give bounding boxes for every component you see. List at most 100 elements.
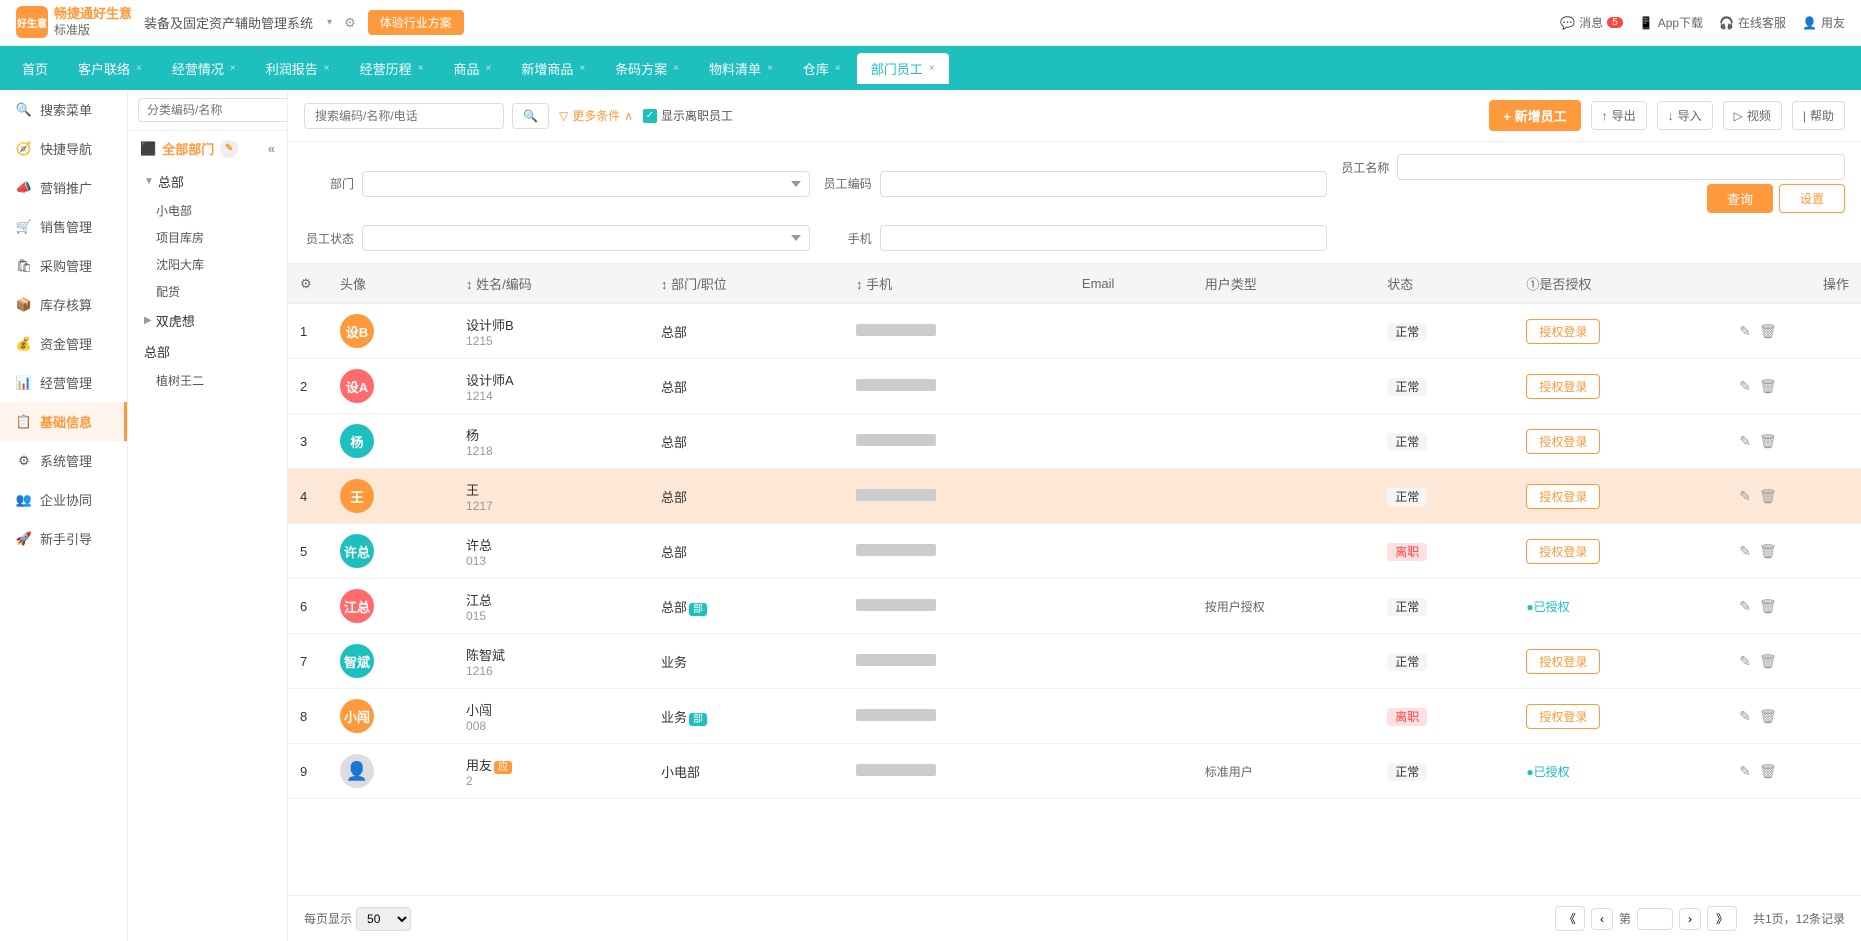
delete-btn[interactable]: 🗑 <box>1759 763 1777 780</box>
close-profit-tab[interactable]: × <box>324 63 330 74</box>
tab-warehouse[interactable]: 仓库× <box>789 53 855 84</box>
message-btn[interactable]: 💬 消息 5 <box>1560 14 1623 31</box>
trial-button[interactable]: 体验行业方案 <box>368 10 464 35</box>
dept-node-shuanghu[interactable]: ▶ 双虎想 <box>128 305 287 336</box>
dept-node-zongbu2[interactable]: 总部 <box>128 336 287 367</box>
sidebar-item-inventory[interactable]: 📦 库存核算 <box>0 285 127 324</box>
tab-customer[interactable]: 客户联络× <box>64 53 156 84</box>
sidebar-item-collab[interactable]: 👥 企业协同 <box>0 480 127 519</box>
settings-icon[interactable]: ⚙ <box>344 15 356 31</box>
sidebar-item-purchase[interactable]: 🛍 采购管理 <box>0 246 127 285</box>
app-download-btn[interactable]: 📱 App下载 <box>1639 14 1703 31</box>
tab-operation[interactable]: 经营情况× <box>158 53 250 84</box>
tab-barcode[interactable]: 条码方案× <box>601 53 693 84</box>
edit-btn[interactable]: ✎ <box>1739 543 1751 560</box>
auth-login-btn[interactable]: 授权登录 <box>1526 484 1600 509</box>
row-auth[interactable]: 授权登录 <box>1514 524 1727 579</box>
col-dept[interactable]: ↕ 部门/职位 <box>649 264 844 304</box>
tab-add-product[interactable]: 新增商品× <box>507 53 599 84</box>
sidebar-item-marketing[interactable]: 📣 营销推广 <box>0 168 127 207</box>
delete-btn[interactable]: 🗑 <box>1759 543 1777 560</box>
online-service-btn[interactable]: 🎧 在线客服 <box>1719 14 1786 31</box>
edit-btn[interactable]: ✎ <box>1739 708 1751 725</box>
empname-filter-input[interactable] <box>1397 154 1845 180</box>
sidebar-item-finance[interactable]: 💰 资金管理 <box>0 324 127 363</box>
tab-history[interactable]: 经营历程× <box>346 53 438 84</box>
close-operation-tab[interactable]: × <box>230 63 236 74</box>
row-auth[interactable]: 授权登录 <box>1514 304 1727 359</box>
prev-page-btn[interactable]: ‹ <box>1591 908 1613 930</box>
col-phone[interactable]: ↕ 手机 <box>844 264 1070 304</box>
system-dropdown-arrow[interactable]: ▾ <box>327 17 332 28</box>
empcode-filter-input[interactable] <box>880 171 1328 197</box>
dept-node-zongbu[interactable]: ▼ 总部 <box>128 166 287 197</box>
dept-edit-icon[interactable]: ✎ <box>220 140 238 158</box>
first-page-btn[interactable]: 《 <box>1555 906 1585 931</box>
delete-btn[interactable]: 🗑 <box>1759 708 1777 725</box>
delete-btn[interactable]: 🗑 <box>1759 653 1777 670</box>
dept-child-xiaodian[interactable]: 小电部 <box>128 197 287 224</box>
user-btn[interactable]: 👤 用友 <box>1802 14 1845 31</box>
row-auth[interactable]: 授权登录 <box>1514 414 1727 469</box>
row-auth[interactable]: 授权登录 <box>1514 689 1727 744</box>
set-button[interactable]: 设置 <box>1779 184 1845 213</box>
close-history-tab[interactable]: × <box>418 63 424 74</box>
edit-btn[interactable]: ✎ <box>1739 323 1751 340</box>
row-auth[interactable]: ●已授权 <box>1514 579 1727 634</box>
add-employee-button[interactable]: + 新增员工 <box>1489 100 1580 131</box>
per-page-select[interactable]: 50 100 200 <box>356 907 411 931</box>
page-input[interactable]: 1 <box>1637 908 1673 930</box>
sidebar-item-management[interactable]: 📊 经营管理 <box>0 363 127 402</box>
sidebar-item-quicknav[interactable]: 🧭 快捷导航 <box>0 129 127 168</box>
edit-btn[interactable]: ✎ <box>1739 763 1751 780</box>
col-name[interactable]: ↕ 姓名/编码 <box>454 264 649 304</box>
auth-login-btn[interactable]: 授权登录 <box>1526 539 1600 564</box>
search-button[interactable]: 🔍 <box>512 103 549 129</box>
delete-btn[interactable]: 🗑 <box>1759 323 1777 340</box>
close-dept-tab[interactable]: × <box>929 63 935 74</box>
auth-login-btn[interactable]: 授权登录 <box>1526 704 1600 729</box>
dept-child-shenyang[interactable]: 沈阳大库 <box>128 251 287 278</box>
close-customer-tab[interactable]: × <box>136 63 142 74</box>
edit-btn[interactable]: ✎ <box>1739 378 1751 395</box>
delete-btn[interactable]: 🗑 <box>1759 433 1777 450</box>
tab-bom[interactable]: 物料清单× <box>695 53 787 84</box>
query-button[interactable]: 查询 <box>1707 184 1773 213</box>
row-auth[interactable]: 授权登录 <box>1514 634 1727 689</box>
help-button[interactable]: | 帮助 <box>1792 101 1845 130</box>
import-button[interactable]: ↓ 导入 <box>1657 101 1713 130</box>
row-auth[interactable]: ●已授权 <box>1514 744 1727 799</box>
sidebar-item-system[interactable]: ⚙ 系统管理 <box>0 441 127 480</box>
close-bom-tab[interactable]: × <box>767 63 773 74</box>
sidebar-item-sales[interactable]: 🛒 销售管理 <box>0 207 127 246</box>
collapse-tree-btn[interactable]: « <box>268 141 275 156</box>
auth-login-btn[interactable]: 授权登录 <box>1526 429 1600 454</box>
auth-login-btn[interactable]: 授权登录 <box>1526 319 1600 344</box>
sidebar-item-search[interactable]: 🔍 搜索菜单 <box>0 90 127 129</box>
close-add-product-tab[interactable]: × <box>579 63 585 74</box>
delete-btn[interactable]: 🗑 <box>1759 378 1777 395</box>
edit-btn[interactable]: ✎ <box>1739 488 1751 505</box>
sidebar-item-guide[interactable]: 🚀 新手引导 <box>0 519 127 558</box>
tab-profit[interactable]: 利润报告× <box>252 53 344 84</box>
col-settings[interactable]: ⚙ <box>288 264 328 304</box>
tab-dept-employee[interactable]: 部门员工× <box>857 53 949 84</box>
delete-btn[interactable]: 🗑 <box>1759 598 1777 615</box>
delete-btn[interactable]: 🗑 <box>1759 488 1777 505</box>
tab-home[interactable]: 首页 <box>8 53 62 84</box>
employee-search-input[interactable] <box>304 103 504 129</box>
tab-product[interactable]: 商品× <box>439 53 505 84</box>
next-page-btn[interactable]: › <box>1679 908 1701 930</box>
export-button[interactable]: ↑ 导出 <box>1591 101 1647 130</box>
edit-btn[interactable]: ✎ <box>1739 653 1751 670</box>
close-barcode-tab[interactable]: × <box>673 63 679 74</box>
dept-child-zhishu[interactable]: 植树王二 <box>128 367 287 394</box>
status-filter-select[interactable] <box>362 225 810 251</box>
auth-login-btn[interactable]: 授权登录 <box>1526 374 1600 399</box>
edit-btn[interactable]: ✎ <box>1739 433 1751 450</box>
row-auth[interactable]: 授权登录 <box>1514 359 1727 414</box>
dept-search-input[interactable] <box>138 98 288 122</box>
sidebar-item-basic-info[interactable]: 📋 基础信息 <box>0 402 127 441</box>
row-auth[interactable]: 授权登录 <box>1514 469 1727 524</box>
phone-filter-input[interactable] <box>880 225 1328 251</box>
